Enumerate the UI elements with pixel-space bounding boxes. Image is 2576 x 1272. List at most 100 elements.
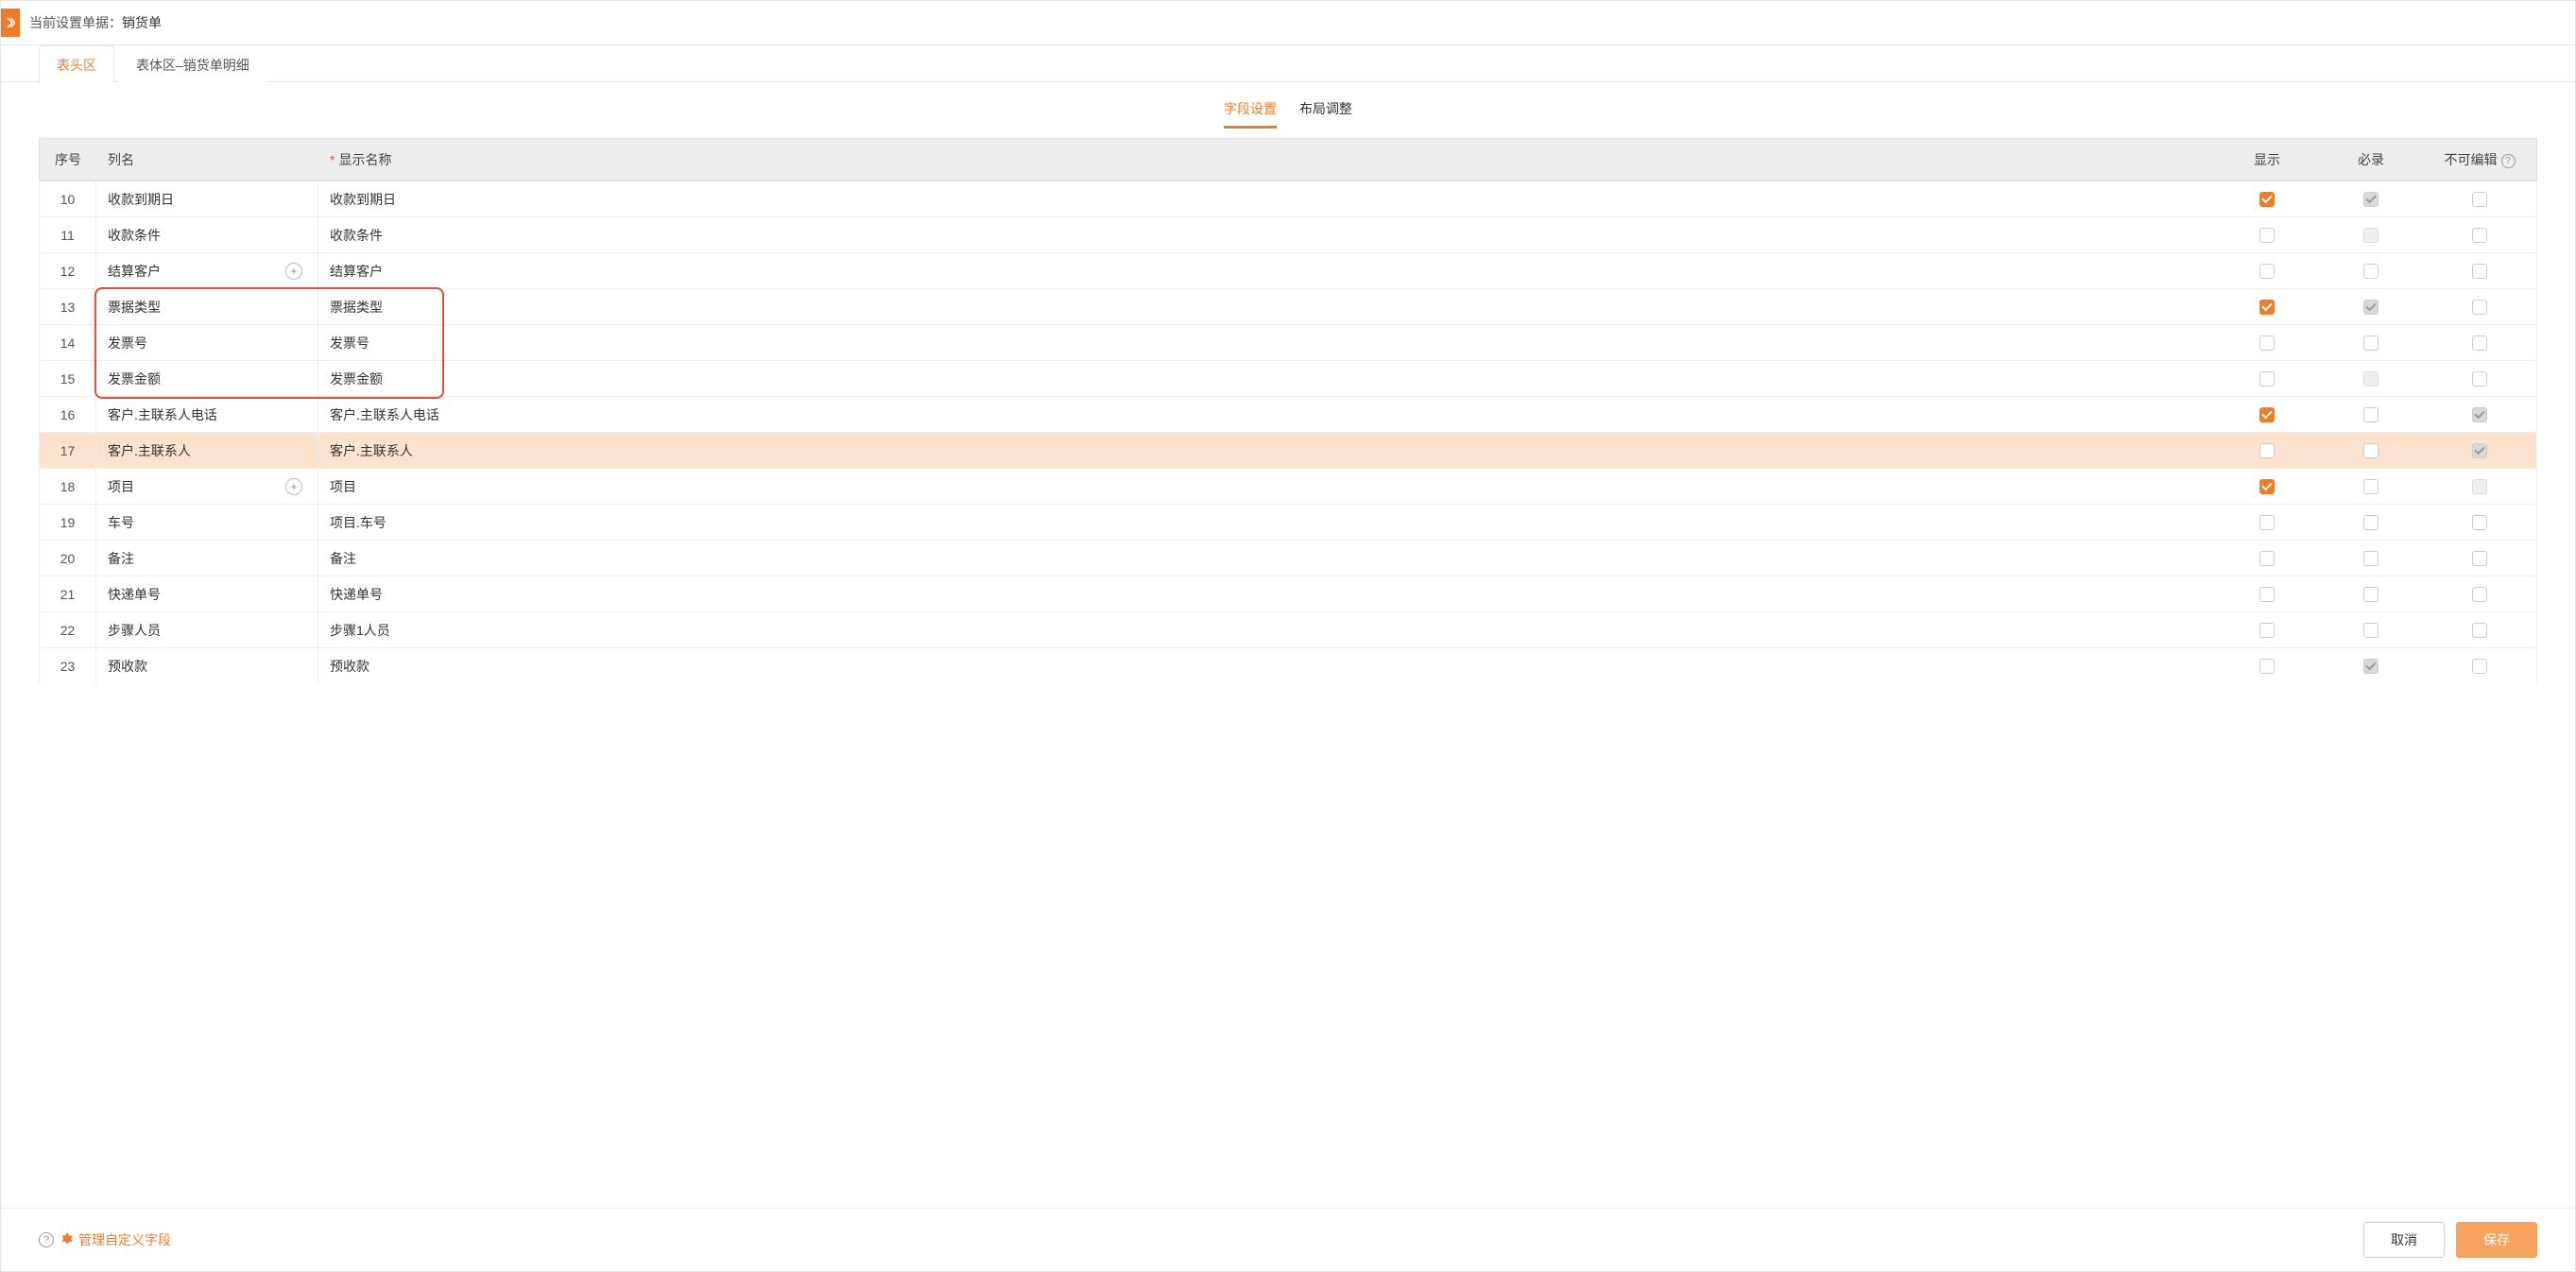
row-displayname[interactable]: 项目 <box>318 477 2215 496</box>
row-show-cell <box>2215 300 2319 315</box>
table-row[interactable]: 21快递单号快递单号 <box>40 576 2536 612</box>
table-row[interactable]: 16客户.主联系人电话客户.主联系人电话 <box>40 397 2536 433</box>
required-checkbox[interactable] <box>2363 587 2379 602</box>
row-locked-cell <box>2423 335 2536 351</box>
table-row[interactable]: 12结算客户+结算客户 <box>40 253 2536 289</box>
row-show-cell <box>2215 659 2319 674</box>
table-row[interactable]: 18项目+项目 <box>40 469 2536 505</box>
show-checkbox[interactable] <box>2259 335 2275 351</box>
sub-tab-0[interactable]: 字段设置 <box>1224 95 1277 129</box>
row-displayname[interactable]: 客户.主联系人 <box>318 441 2215 460</box>
row-colname: 客户.主联系人电话 <box>96 397 318 432</box>
show-checkbox[interactable] <box>2259 407 2275 422</box>
show-checkbox[interactable] <box>2259 443 2275 458</box>
row-displayname[interactable]: 票据类型 <box>318 298 2215 317</box>
row-displayname[interactable]: 收款到期日 <box>318 190 2215 209</box>
table-row[interactable]: 14 发票号 发票号 <box>40 325 2536 361</box>
save-button[interactable]: 保存 <box>2456 1222 2537 1258</box>
show-checkbox[interactable] <box>2259 515 2275 530</box>
header-display: *显示名称 <box>318 139 2215 180</box>
table-row[interactable]: 23预收款预收款 <box>40 648 2536 684</box>
sub-tabs: 字段设置布局调整 <box>1 82 2575 138</box>
titlebar-label: 当前设置单据： <box>29 15 122 30</box>
table-row[interactable]: 11收款条件收款条件 <box>40 217 2536 253</box>
row-displayname[interactable]: 快递单号 <box>318 585 2215 604</box>
row-colname: 客户.主联系人 <box>96 433 318 468</box>
row-locked-cell <box>2423 228 2536 243</box>
show-checkbox[interactable] <box>2259 300 2275 315</box>
show-checkbox[interactable] <box>2259 371 2275 387</box>
row-displayname[interactable]: 预收款 <box>318 657 2215 676</box>
required-checkbox[interactable] <box>2363 443 2379 458</box>
row-seq: 18 <box>40 469 96 504</box>
tab-1[interactable]: 表体区–销货单明细 <box>118 45 267 82</box>
row-show-cell <box>2215 371 2319 387</box>
required-checkbox[interactable] <box>2363 479 2379 494</box>
row-displayname[interactable]: 收款条件 <box>318 226 2215 245</box>
required-checkbox[interactable] <box>2363 264 2379 279</box>
row-colname: 发票号 <box>96 325 318 360</box>
required-checkbox[interactable] <box>2363 335 2379 351</box>
row-colname-label: 发票号 <box>108 334 147 352</box>
footer-help-icon[interactable]: ? <box>39 1232 54 1247</box>
row-seq: 14 <box>40 325 96 360</box>
show-checkbox[interactable] <box>2259 479 2275 494</box>
locked-checkbox[interactable] <box>2472 300 2487 315</box>
table-row[interactable]: 22步骤人员步骤1人员 <box>40 612 2536 648</box>
show-checkbox[interactable] <box>2259 587 2275 602</box>
table-row[interactable]: 15发票金额发票金额 <box>40 361 2536 397</box>
add-subfield-button[interactable]: + <box>285 478 302 495</box>
locked-checkbox[interactable] <box>2472 228 2487 243</box>
titlebar-text: 当前设置单据：销货单 <box>29 13 162 32</box>
header-required: 必录 <box>2319 139 2423 180</box>
required-checkbox[interactable] <box>2363 623 2379 638</box>
show-checkbox[interactable] <box>2259 264 2275 279</box>
row-colname: 收款到期日 <box>96 181 318 216</box>
locked-checkbox[interactable] <box>2472 371 2487 387</box>
locked-checkbox[interactable] <box>2472 587 2487 602</box>
locked-checkbox[interactable] <box>2472 659 2487 674</box>
row-displayname[interactable]: 客户.主联系人电话 <box>318 405 2215 424</box>
locked-checkbox[interactable] <box>2472 192 2487 207</box>
locked-checkbox[interactable] <box>2472 264 2487 279</box>
locked-checkbox[interactable] <box>2472 515 2487 530</box>
table-row[interactable]: 20备注备注 <box>40 541 2536 576</box>
locked-checkbox[interactable] <box>2472 551 2487 566</box>
table-row[interactable]: 13票据类型票据类型 <box>40 289 2536 325</box>
manage-custom-fields-link[interactable]: 管理自定义字段 <box>78 1230 171 1249</box>
row-colname-label: 收款条件 <box>108 226 161 245</box>
row-displayname[interactable]: 项目.车号 <box>318 513 2215 532</box>
locked-checkbox[interactable] <box>2472 623 2487 638</box>
add-subfield-button[interactable]: + <box>285 263 302 280</box>
locked-checkbox[interactable] <box>2472 335 2487 351</box>
required-checkbox[interactable] <box>2363 551 2379 566</box>
show-checkbox[interactable] <box>2259 192 2275 207</box>
table-row[interactable]: 17客户.主联系人客户.主联系人 <box>40 433 2536 469</box>
row-colname: 快递单号 <box>96 576 318 611</box>
tab-0[interactable]: 表头区 <box>39 45 114 82</box>
show-checkbox[interactable] <box>2259 551 2275 566</box>
help-icon[interactable]: ? <box>2501 154 2516 168</box>
row-locked-cell <box>2423 264 2536 279</box>
row-colname: 车号 <box>96 505 318 540</box>
table-row[interactable]: 19车号项目.车号 <box>40 505 2536 541</box>
row-required-cell <box>2319 407 2423 422</box>
row-colname: 备注 <box>96 541 318 576</box>
show-checkbox[interactable] <box>2259 228 2275 243</box>
row-displayname[interactable]: 结算客户 <box>318 262 2215 281</box>
row-displayname[interactable]: 发票金额 <box>318 370 2215 388</box>
main-tabs: 表头区表体区–销货单明细 <box>1 44 2575 82</box>
sub-tab-1[interactable]: 布局调整 <box>1299 95 1352 129</box>
row-show-cell <box>2215 228 2319 243</box>
show-checkbox[interactable] <box>2259 659 2275 674</box>
row-displayname[interactable]: 备注 <box>318 549 2215 568</box>
table-row[interactable]: 10收款到期日收款到期日 <box>40 181 2536 217</box>
required-checkbox[interactable] <box>2363 515 2379 530</box>
row-displayname[interactable]: 步骤1人员 <box>318 621 2215 640</box>
required-checkbox[interactable] <box>2363 407 2379 422</box>
collapse-toggle[interactable] <box>1 9 20 37</box>
row-displayname[interactable]: 发票号 <box>318 334 2215 352</box>
cancel-button[interactable]: 取消 <box>2363 1222 2445 1258</box>
show-checkbox[interactable] <box>2259 623 2275 638</box>
header-locked: 不可编辑? <box>2423 139 2536 180</box>
